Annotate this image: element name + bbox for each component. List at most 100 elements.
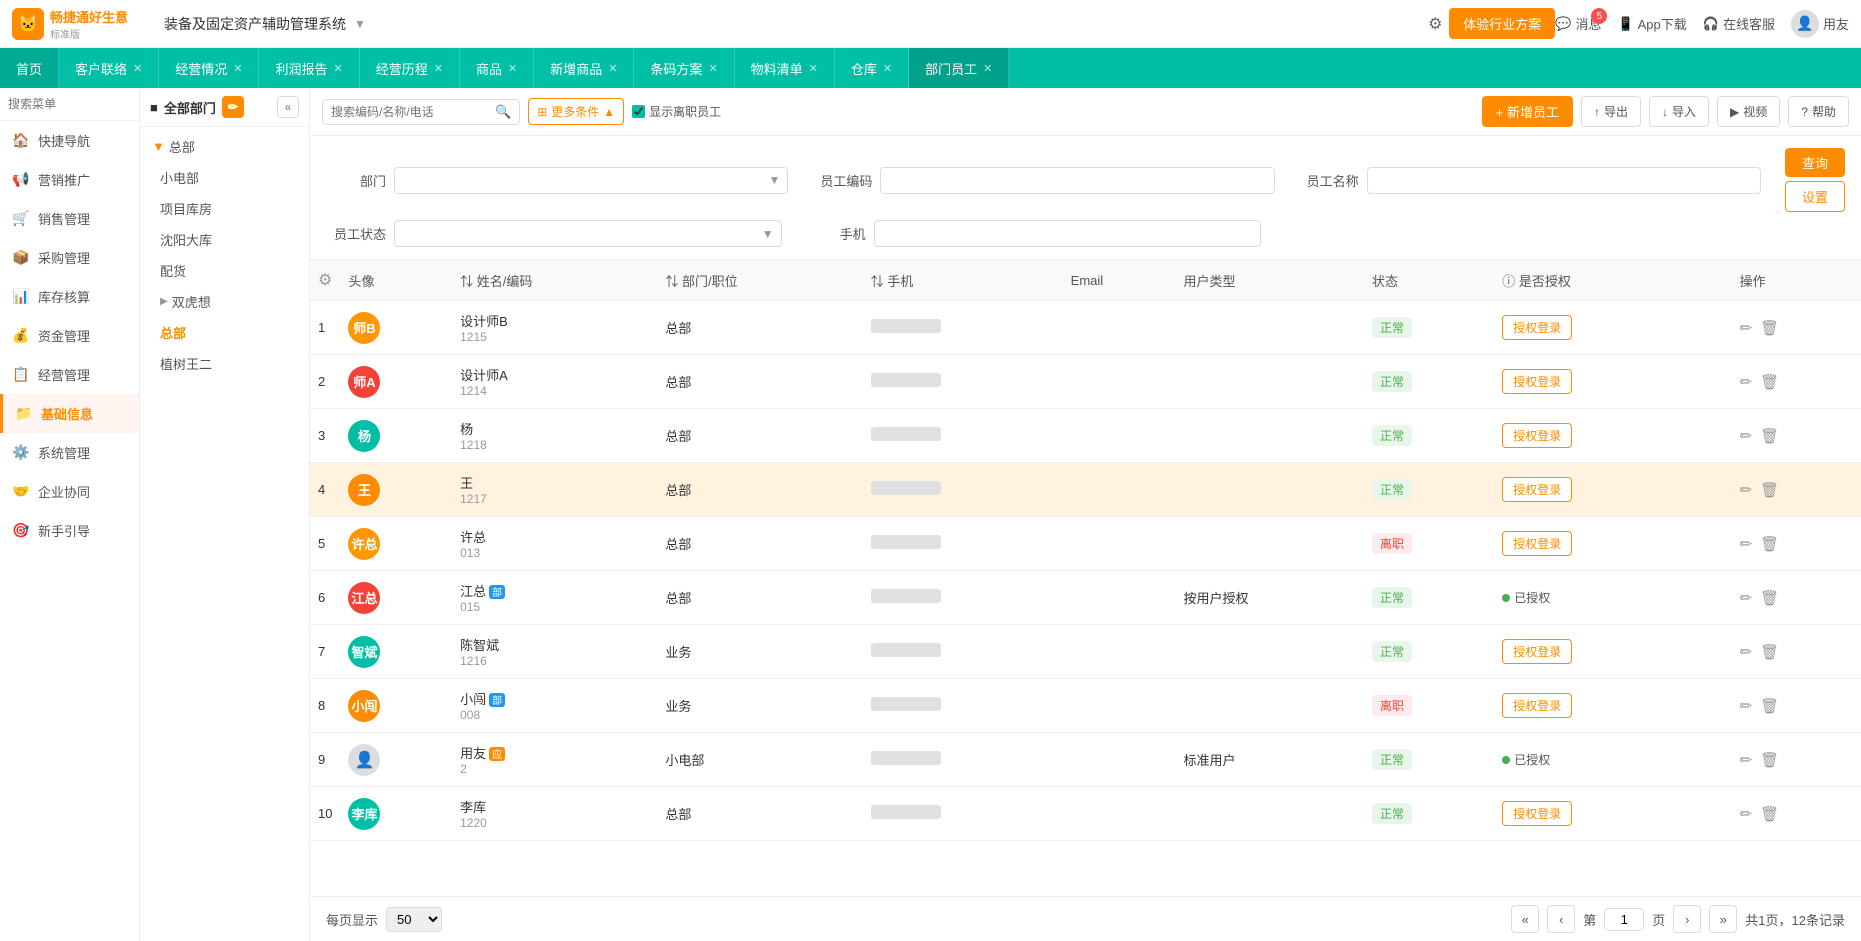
filter-search-input[interactable] <box>331 105 491 119</box>
tab-goods-close[interactable]: ✕ <box>508 62 517 75</box>
prev-page-btn[interactable]: ‹ <box>1547 905 1575 933</box>
tab-operation-close[interactable]: ✕ <box>233 62 242 75</box>
auth-btn[interactable]: 授权登录 <box>1502 639 1572 664</box>
dept-collapse-btn[interactable]: « <box>277 96 299 118</box>
sidebar-search-input[interactable] <box>8 97 140 111</box>
edit-icon[interactable]: ✏ <box>1740 481 1753 499</box>
dept-item-small-electric[interactable]: 小电部 <box>140 162 309 193</box>
set-btn[interactable]: 设置 <box>1785 181 1845 212</box>
tab-history-close[interactable]: ✕ <box>434 62 443 75</box>
emp-name-input[interactable] <box>1367 167 1761 194</box>
delete-icon[interactable]: 🗑 <box>1760 751 1779 769</box>
experience-btn[interactable]: 体验行业方案 <box>1449 8 1555 39</box>
dept-item-plant[interactable]: 植树王二 <box>140 348 309 379</box>
tab-bom-close[interactable]: ✕ <box>809 62 818 75</box>
sidebar-item-collab[interactable]: 🤝 企业协同 <box>0 472 139 511</box>
dept-item-shenyang[interactable]: 沈阳大库 <box>140 224 309 255</box>
edit-icon[interactable]: ✏ <box>1740 697 1753 715</box>
dept-edit-btn[interactable]: ✏ <box>222 96 244 118</box>
more-filter-btn[interactable]: ⊞ 更多条件 ▲ <box>528 98 624 125</box>
sidebar-item-purchase[interactable]: 📦 采购管理 <box>0 238 139 277</box>
sidebar-item-business[interactable]: 📋 经营管理 <box>0 355 139 394</box>
last-page-btn[interactable]: » <box>1709 905 1737 933</box>
tab-profit-close[interactable]: ✕ <box>334 62 343 75</box>
per-page-select[interactable]: 50 100 200 <box>386 907 442 932</box>
tab-new-goods[interactable]: 新增商品✕ <box>534 48 634 88</box>
auth-btn[interactable]: 授权登录 <box>1502 801 1572 826</box>
tab-warehouse[interactable]: 仓库✕ <box>835 48 909 88</box>
delete-icon[interactable]: 🗑 <box>1760 589 1779 607</box>
delete-icon[interactable]: 🗑 <box>1760 643 1779 661</box>
emp-status-select[interactable]: 正常 离职 <box>394 220 782 247</box>
user-avatar-btn[interactable]: 👤 用友 <box>1791 10 1849 38</box>
tab-barcode[interactable]: 条码方案✕ <box>634 48 734 88</box>
sidebar-item-sales[interactable]: 🛒 销售管理 <box>0 199 139 238</box>
emp-code-input[interactable] <box>880 167 1274 194</box>
tab-dept-staff[interactable]: 部门员工✕ <box>909 48 1009 88</box>
auth-btn[interactable]: 授权登录 <box>1502 531 1572 556</box>
sidebar-item-system[interactable]: ⚙️ 系统管理 <box>0 433 139 472</box>
delete-icon[interactable]: 🗑 <box>1760 373 1779 391</box>
edit-icon[interactable]: ✏ <box>1740 373 1753 391</box>
system-title-arrow[interactable]: ▼ <box>354 17 366 31</box>
edit-icon[interactable]: ✏ <box>1740 805 1753 823</box>
auth-btn[interactable]: 授权登录 <box>1502 423 1572 448</box>
tab-dept-staff-close[interactable]: ✕ <box>983 62 992 75</box>
edit-icon[interactable]: ✏ <box>1740 535 1753 553</box>
tab-barcode-close[interactable]: ✕ <box>708 62 717 75</box>
dept-item-distribution[interactable]: 配货 <box>140 255 309 286</box>
show-resigned-input[interactable] <box>632 105 645 118</box>
search-btn[interactable]: 查询 <box>1785 148 1845 177</box>
dept-item-project[interactable]: 项目库房 <box>140 193 309 224</box>
tab-history[interactable]: 经营历程✕ <box>360 48 460 88</box>
add-employee-btn[interactable]: + 新增员工 <box>1482 96 1573 127</box>
sidebar-item-marketing[interactable]: 📢 营销推广 <box>0 160 139 199</box>
sidebar-item-basic[interactable]: 📁 基础信息 <box>0 394 139 433</box>
tab-warehouse-close[interactable]: ✕ <box>883 62 892 75</box>
export-btn[interactable]: ↑ 导出 <box>1581 96 1641 127</box>
edit-icon[interactable]: ✏ <box>1740 427 1753 445</box>
tab-new-goods-close[interactable]: ✕ <box>608 62 617 75</box>
edit-icon[interactable]: ✏ <box>1740 589 1753 607</box>
dept-item-shuanghu[interactable]: ▶ 双虎想 <box>140 286 309 317</box>
tab-customer-close[interactable]: ✕ <box>133 62 142 75</box>
app-download-btn[interactable]: 📱 App下载 <box>1617 14 1686 33</box>
delete-icon[interactable]: 🗑 <box>1760 697 1779 715</box>
auth-btn[interactable]: 授权登录 <box>1502 369 1572 394</box>
edit-icon[interactable]: ✏ <box>1740 643 1753 661</box>
delete-icon[interactable]: 🗑 <box>1760 805 1779 823</box>
dept-select[interactable] <box>394 167 788 194</box>
edit-icon[interactable]: ✏ <box>1740 319 1753 337</box>
next-page-btn[interactable]: › <box>1673 905 1701 933</box>
video-btn[interactable]: ▶ 视频 <box>1717 96 1780 127</box>
tab-customer[interactable]: 客户联络✕ <box>59 48 159 88</box>
message-btn[interactable]: 💬 消息 5 <box>1555 14 1601 33</box>
phone-input[interactable] <box>874 220 1262 247</box>
page-input[interactable] <box>1604 908 1644 931</box>
auth-btn[interactable]: 授权登录 <box>1502 315 1572 340</box>
delete-icon[interactable]: 🗑 <box>1760 481 1779 499</box>
col-settings[interactable]: ⚙ <box>310 260 340 301</box>
tab-goods[interactable]: 商品✕ <box>460 48 534 88</box>
edit-icon[interactable]: ✏ <box>1740 751 1753 769</box>
dept-item-general[interactable]: ▼ 总部 <box>140 131 309 162</box>
online-service-btn[interactable]: 🎧 在线客服 <box>1703 14 1775 33</box>
tab-home[interactable]: 首页 <box>0 48 59 88</box>
delete-icon[interactable]: 🗑 <box>1760 319 1779 337</box>
delete-icon[interactable]: 🗑 <box>1760 427 1779 445</box>
delete-icon[interactable]: 🗑 <box>1760 535 1779 553</box>
dept-item-hq[interactable]: 总部 <box>140 317 309 348</box>
auth-btn[interactable]: 授权登录 <box>1502 477 1572 502</box>
first-page-btn[interactable]: « <box>1511 905 1539 933</box>
sidebar-item-guide[interactable]: 🎯 新手引导 <box>0 511 139 550</box>
show-resigned-checkbox[interactable]: 显示离职员工 <box>632 103 721 120</box>
tab-bom[interactable]: 物料清单✕ <box>735 48 835 88</box>
sidebar-item-inventory[interactable]: 📊 库存核算 <box>0 277 139 316</box>
sidebar-item-finance[interactable]: 💰 资金管理 <box>0 316 139 355</box>
help-btn[interactable]: ? 帮助 <box>1788 96 1849 127</box>
settings-gear-btn[interactable]: ⚙ <box>1421 10 1449 38</box>
sidebar-item-quick-nav[interactable]: 🏠 快捷导航 <box>0 121 139 160</box>
tab-operation[interactable]: 经营情况✕ <box>159 48 259 88</box>
tab-profit[interactable]: 利润报告✕ <box>259 48 359 88</box>
import-btn[interactable]: ↓ 导入 <box>1649 96 1709 127</box>
